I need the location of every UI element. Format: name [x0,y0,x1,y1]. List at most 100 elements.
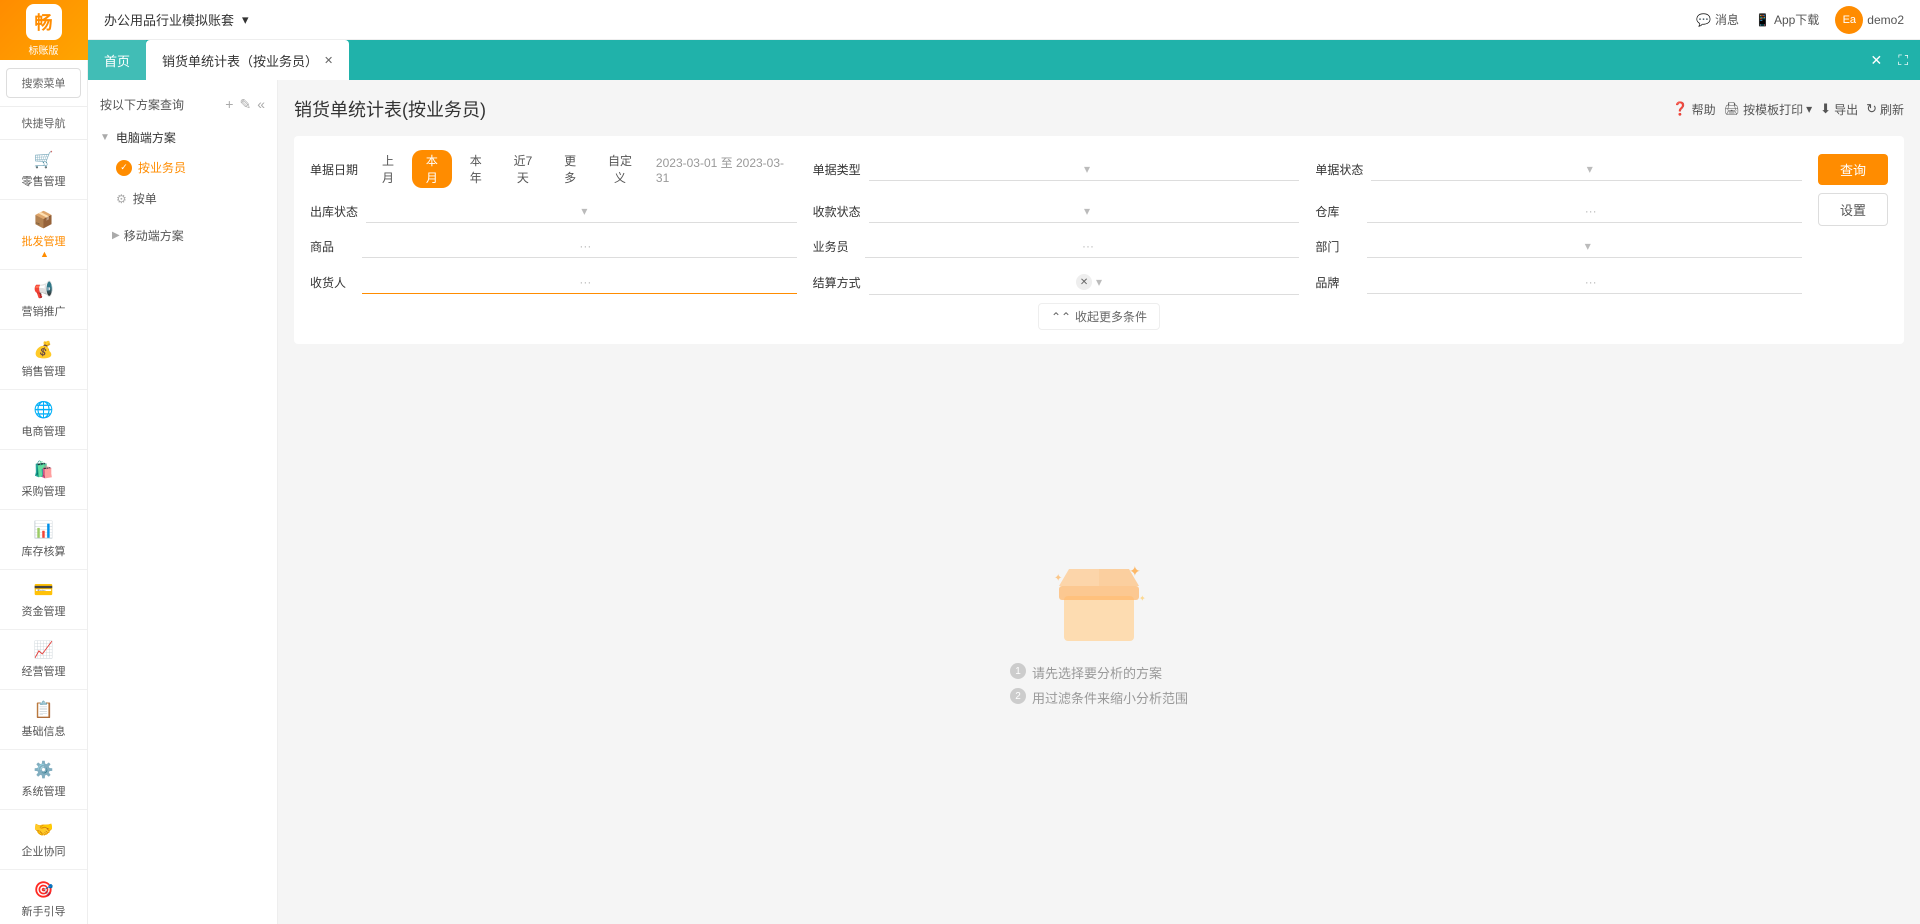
date-tab-this-month[interactable]: 本月 [412,150,452,188]
order-type-label: 单据类型 [813,161,861,178]
sidebar-item-newbie[interactable]: 🎯 新手引导 [0,870,87,924]
sidebar-item-label: 经营管理 [22,663,66,679]
date-tab-more[interactable]: 更多 [550,150,590,188]
sidebar-item-system[interactable]: ⚙️ 系统管理 [0,750,87,810]
page-title-bar: 销货单统计表(按业务员) ❓ 帮助 🖨 按模板打印 ▾ ⬇ 导出 [294,96,1904,122]
purchase-icon: 🛍️ [34,460,54,480]
filter-area: 单据日期 上月 本月 本年 近7天 更多 自定义 2023-03-01 至 20… [294,136,1904,344]
tab-report[interactable]: 销货单统计表（按业务员） ✕ [146,40,349,80]
quicknav-button[interactable]: 快捷导航 [0,107,87,140]
sidebar-item-finance[interactable]: 💳 资金管理 [0,570,87,630]
print-button[interactable]: 🖨 按模板打印 ▾ [1724,101,1813,118]
fullscreen-button[interactable]: ⛶ [1894,48,1912,73]
app-download-button[interactable]: 📱 App下载 [1755,11,1819,28]
mobile-section-header[interactable]: ▶ 移动端方案 [88,222,277,249]
tab-home[interactable]: 首页 [88,40,146,80]
operation-icon: 📈 [34,640,54,660]
basic-icon: 📋 [34,700,54,720]
settlement-clear-button[interactable]: ✕ [1076,274,1092,290]
brand-control[interactable]: ··· [1367,271,1802,294]
receipt-status-control[interactable]: ▾ [869,200,1300,223]
suite-dropdown[interactable]: ▾ [242,12,249,28]
query-button[interactable]: 查询 [1818,154,1888,185]
print-label: 按模板打印 [1743,101,1803,118]
export-icon: ⬇ [1820,101,1831,117]
help-button[interactable]: ❓ 帮助 [1672,101,1715,118]
add-scheme-button[interactable]: + [225,96,233,113]
scheme-by-salesperson-label: 按业务员 [138,159,186,176]
empty-illustration: ✦ ✦ ✦ [1039,551,1159,651]
print-dropdown-icon[interactable]: ▾ [1806,102,1812,116]
order-type-dropdown-icon[interactable]: ▾ [1084,162,1299,176]
sidebar-item-label: 采购管理 [22,483,66,499]
message-button[interactable]: 💬 消息 [1696,11,1739,28]
order-type-control[interactable]: ▾ [869,158,1300,181]
settings-button[interactable]: 设置 [1818,193,1888,226]
logo-sub: 标账版 [29,42,59,57]
close-tab-button[interactable]: ✕ [1866,48,1886,73]
receiver-control[interactable]: ··· [362,271,797,294]
sidebar-item-enterprise[interactable]: 🤝 企业协同 [0,810,87,870]
sidebar-item-label: 企业协同 [22,843,66,859]
settlement-control[interactable]: ✕ ▾ [869,270,1300,295]
sidebar-item-operation[interactable]: 📈 经营管理 [0,630,87,690]
receiver-more-icon[interactable]: ··· [579,275,796,289]
edit-scheme-button[interactable]: ✎ [239,96,251,113]
date-tab-custom[interactable]: 自定义 [594,150,646,188]
date-tab-this-year[interactable]: 本年 [456,150,496,188]
sidebar-item-retail[interactable]: 🛒 零售管理 [0,140,87,200]
warehouse-control[interactable]: ··· [1367,200,1802,223]
export-button[interactable]: ⬇ 导出 [1820,101,1858,118]
hint-2-num: 2 [1010,688,1026,704]
order-status-control[interactable]: ▾ [1371,158,1802,181]
filter-action-buttons: 查询 设置 [1818,150,1888,226]
receipt-status-dropdown-icon[interactable]: ▾ [1084,204,1299,218]
sidebar-item-sales[interactable]: 💰 销售管理 [0,330,87,390]
content-area: 按以下方案查询 + ✎ « ▼ 电脑端方案 ✓ 按业务员 ⚙ 按单 [88,80,1920,924]
filter-row-2: 出库状态 ▾ 收款状态 ▾ [310,200,1802,223]
avatar-initials: Ea [1843,14,1856,26]
sidebar-item-inventory[interactable]: 📊 库存核算 [0,510,87,570]
department-control[interactable]: ▾ [1367,235,1802,258]
refresh-button[interactable]: ↻ 刷新 [1866,101,1904,118]
order-status-label: 单据状态 [1315,161,1363,178]
sidebar-item-purchase[interactable]: 🛍️ 采购管理 [0,450,87,510]
department-dropdown-icon[interactable]: ▾ [1585,239,1802,253]
desktop-section-header[interactable]: ▼ 电脑端方案 [88,123,277,152]
sidebar-item-wholesale[interactable]: 📦 批发管理 ▲ [0,200,87,270]
date-tab-last-month[interactable]: 上月 [368,150,408,188]
search-menu-button[interactable]: 搜索菜单 [6,68,81,98]
salesperson-more-icon[interactable]: ··· [1082,239,1299,253]
hint-1-num: 1 [1010,663,1026,679]
sales-icon: 💰 [34,340,54,360]
order-status-dropdown-icon[interactable]: ▾ [1587,162,1802,176]
out-status-dropdown-icon[interactable]: ▾ [581,204,796,218]
scheme-by-order[interactable]: ⚙ 按单 [88,183,277,214]
settlement-dropdown-icon[interactable]: ▾ [1096,275,1299,289]
user-profile[interactable]: Ea demo2 [1835,6,1904,34]
hint-1-text: 请先选择要分析的方案 [1032,663,1162,682]
topbar-left: 办公用品行业模拟账套 ▾ [104,10,249,29]
scheme-icon: ⚙ [116,192,127,206]
sidebar-item-ecommerce[interactable]: 🌐 电商管理 [0,390,87,450]
svg-text:✦: ✦ [1054,573,1062,584]
brand-more-icon[interactable]: ··· [1585,275,1802,289]
sidebar-item-marketing[interactable]: 📢 营销推广 [0,270,87,330]
date-tab-7days[interactable]: 近7天 [500,150,547,188]
tab-close-icon[interactable]: ✕ [324,54,333,67]
main-area: 办公用品行业模拟账套 ▾ 💬 消息 📱 App下载 Ea demo2 首页 [88,0,1920,924]
sidebar-item-label: 资金管理 [22,603,66,619]
scheme-by-salesperson[interactable]: ✓ 按业务员 [88,152,277,183]
goods-more-icon[interactable]: ··· [579,239,796,253]
sidebar-search[interactable]: 搜索菜单 [0,60,87,107]
chevron-down-icon: ▼ [100,132,110,143]
warehouse-more-icon[interactable]: ··· [1585,204,1802,218]
salesperson-control[interactable]: ··· [865,235,1300,258]
sidebar-item-basic[interactable]: 📋 基础信息 [0,690,87,750]
collapse-label: 收起更多条件 [1075,308,1147,325]
collapse-panel-button[interactable]: « [257,96,265,113]
goods-control[interactable]: ··· [362,235,797,258]
out-status-control[interactable]: ▾ [366,200,797,223]
collapse-button[interactable]: ⌃⌃ 收起更多条件 [1038,303,1160,330]
help-label: 帮助 [1692,101,1716,118]
